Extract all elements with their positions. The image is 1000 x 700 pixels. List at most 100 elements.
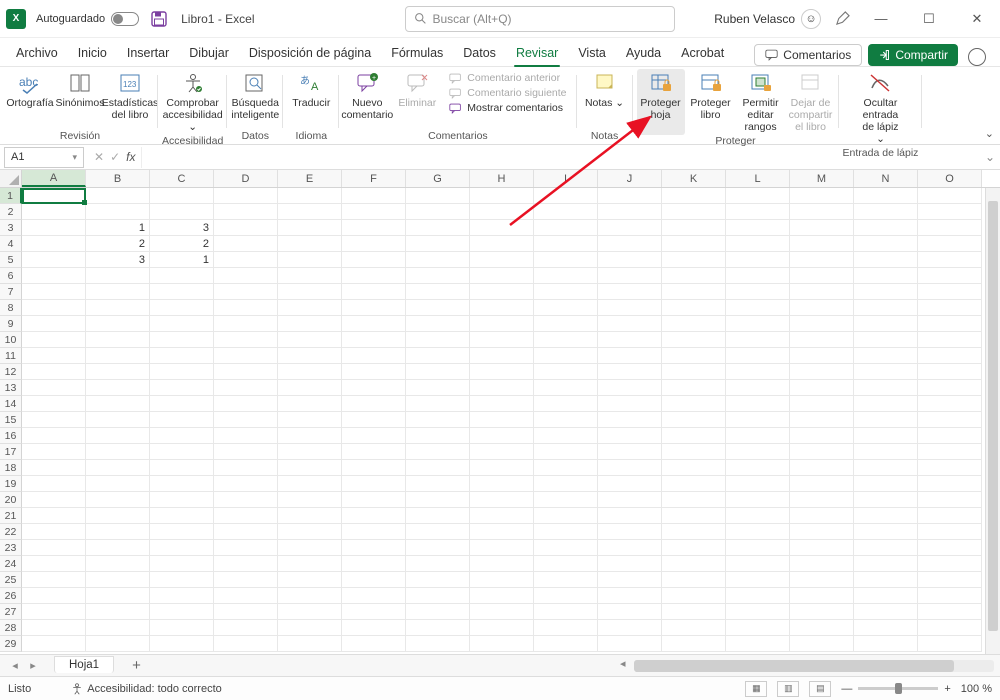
account-button[interactable]: Ruben Velasco ☺ <box>714 9 821 29</box>
add-sheet-button[interactable]: + <box>132 657 141 674</box>
cell[interactable] <box>790 316 854 332</box>
cell[interactable] <box>534 380 598 396</box>
row-header[interactable]: 14 <box>0 396 22 412</box>
cell[interactable] <box>534 268 598 284</box>
cell[interactable] <box>86 380 150 396</box>
cell[interactable] <box>22 268 86 284</box>
pen-icon[interactable] <box>835 11 850 26</box>
cell[interactable] <box>342 332 406 348</box>
cell[interactable] <box>86 412 150 428</box>
cell[interactable] <box>22 636 86 652</box>
cell[interactable] <box>726 508 790 524</box>
cell[interactable] <box>598 204 662 220</box>
cell[interactable] <box>22 364 86 380</box>
cell[interactable] <box>854 556 918 572</box>
cell[interactable] <box>726 476 790 492</box>
tab-datos[interactable]: Datos <box>453 40 506 66</box>
cell[interactable] <box>790 460 854 476</box>
cell[interactable]: 3 <box>150 220 214 236</box>
cell[interactable] <box>406 524 470 540</box>
cell[interactable] <box>662 188 726 204</box>
cell[interactable] <box>214 252 278 268</box>
cell[interactable] <box>726 380 790 396</box>
cell[interactable] <box>214 572 278 588</box>
cell[interactable] <box>278 492 342 508</box>
cell[interactable] <box>918 460 982 476</box>
cell[interactable] <box>342 188 406 204</box>
cell[interactable] <box>790 524 854 540</box>
cell[interactable] <box>662 572 726 588</box>
cell[interactable] <box>86 364 150 380</box>
row-header[interactable]: 25 <box>0 572 22 588</box>
cell[interactable] <box>534 588 598 604</box>
cell[interactable] <box>726 220 790 236</box>
cell[interactable] <box>470 380 534 396</box>
cell[interactable] <box>790 540 854 556</box>
tab-disposición-de-página[interactable]: Disposición de página <box>239 40 381 66</box>
cell[interactable] <box>726 252 790 268</box>
view-pagebreak-button[interactable]: ▤ <box>809 681 831 697</box>
cell[interactable] <box>662 364 726 380</box>
cell[interactable] <box>534 492 598 508</box>
cell[interactable] <box>406 380 470 396</box>
cell[interactable] <box>86 588 150 604</box>
cell[interactable] <box>662 300 726 316</box>
cell[interactable] <box>726 300 790 316</box>
cell[interactable] <box>342 252 406 268</box>
cell[interactable] <box>598 572 662 588</box>
cell[interactable] <box>726 188 790 204</box>
column-header[interactable]: F <box>342 170 406 187</box>
cell[interactable] <box>406 444 470 460</box>
sheet-nav-prev[interactable]: ◂ <box>6 659 24 672</box>
cell[interactable] <box>342 412 406 428</box>
permitir-editar-rangos-button[interactable]: Permitir editar rangos <box>737 69 785 135</box>
cell[interactable] <box>22 604 86 620</box>
cell[interactable] <box>854 268 918 284</box>
cell[interactable] <box>278 524 342 540</box>
cell[interactable] <box>662 476 726 492</box>
cell[interactable] <box>150 316 214 332</box>
view-normal-button[interactable]: ▦ <box>745 681 767 697</box>
cell[interactable] <box>86 268 150 284</box>
cell[interactable] <box>726 460 790 476</box>
cell[interactable] <box>86 524 150 540</box>
cell[interactable] <box>86 636 150 652</box>
row-header[interactable]: 23 <box>0 540 22 556</box>
cell[interactable] <box>342 604 406 620</box>
cell[interactable] <box>662 220 726 236</box>
cell[interactable] <box>598 540 662 556</box>
cell[interactable]: 2 <box>150 236 214 252</box>
cell[interactable] <box>342 524 406 540</box>
cell[interactable] <box>534 284 598 300</box>
cell[interactable] <box>86 188 150 204</box>
cell[interactable] <box>662 524 726 540</box>
cell[interactable] <box>150 300 214 316</box>
zoom-label[interactable]: 100 % <box>961 683 992 695</box>
cell[interactable] <box>278 540 342 556</box>
cell[interactable] <box>150 380 214 396</box>
cell[interactable]: 2 <box>86 236 150 252</box>
cell[interactable] <box>854 620 918 636</box>
cell[interactable] <box>214 444 278 460</box>
cell[interactable] <box>342 492 406 508</box>
cell[interactable] <box>86 284 150 300</box>
cell[interactable] <box>534 620 598 636</box>
cell[interactable] <box>470 332 534 348</box>
cell[interactable] <box>534 444 598 460</box>
column-header[interactable]: B <box>86 170 150 187</box>
row-header[interactable]: 21 <box>0 508 22 524</box>
cell[interactable] <box>22 428 86 444</box>
cell[interactable] <box>854 636 918 652</box>
cell[interactable] <box>150 204 214 220</box>
cell[interactable] <box>918 252 982 268</box>
cell[interactable] <box>854 572 918 588</box>
column-header[interactable]: M <box>790 170 854 187</box>
cell[interactable] <box>470 604 534 620</box>
row-header[interactable]: 9 <box>0 316 22 332</box>
cell[interactable] <box>214 284 278 300</box>
cell[interactable] <box>22 348 86 364</box>
cell[interactable] <box>470 348 534 364</box>
cell[interactable] <box>406 588 470 604</box>
cell[interactable] <box>406 476 470 492</box>
cell[interactable] <box>726 332 790 348</box>
